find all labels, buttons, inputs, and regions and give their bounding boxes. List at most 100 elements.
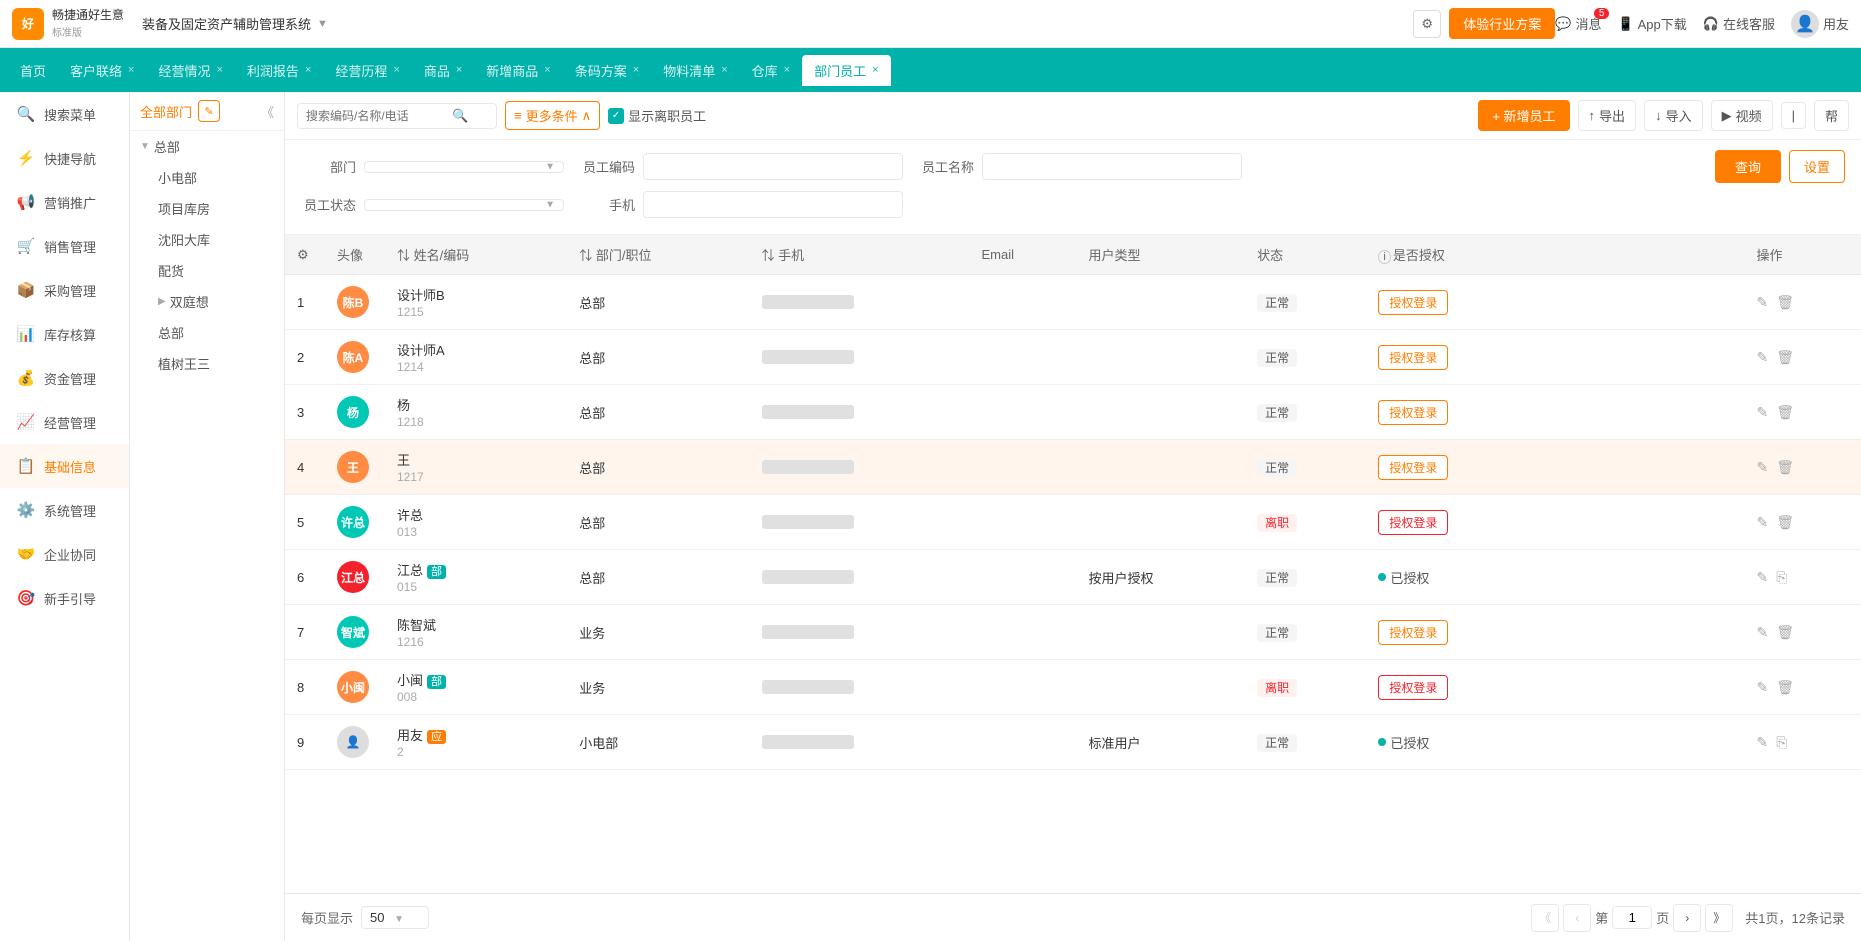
tab-history-close[interactable]: × [393,64,399,76]
status-select[interactable]: ▼ [364,199,564,211]
dept-item-headquarters[interactable]: ▼ 总部 [130,131,284,162]
edit-icon[interactable]: ✎ [1756,294,1768,311]
sidebar-item-search[interactable]: 🔍 搜索菜单 [0,92,129,136]
tab-staff[interactable]: 部门员工 × [802,55,890,86]
per-page-select[interactable]: 50 ▼ [361,906,429,929]
more-options-button[interactable]: 帮 [1814,100,1849,131]
dept-item-distribution[interactable]: 配货 [130,255,284,286]
settings-button[interactable]: ⚙ [1413,10,1441,38]
search-input[interactable] [306,109,446,123]
dept-collapse-button[interactable]: 《 [261,102,274,121]
search-box[interactable]: 🔍 [297,103,497,129]
online-service-button[interactable]: 🎧 在线客服 [1703,14,1775,33]
more-filter-button[interactable]: ≡ 更多条件 ∧ [505,101,600,130]
app-download-button[interactable]: 📱 App下载 [1617,14,1686,33]
copy-icon[interactable]: ⎘ [1776,734,1787,751]
edit-icon[interactable]: ✎ [1756,679,1768,696]
auth-button[interactable]: 授权登录 [1378,400,1448,425]
tab-warehouse-close[interactable]: × [784,64,790,76]
auth-button[interactable]: 授权登录 [1378,510,1448,535]
auth-button[interactable]: 授权登录 [1378,290,1448,315]
help-button[interactable]: | [1781,102,1806,129]
sidebar-item-purchase[interactable]: 📦 采购管理 [0,268,129,312]
sidebar-item-inventory[interactable]: 📊 库存核算 [0,312,129,356]
edit-icon[interactable]: ✎ [1756,404,1768,421]
prev-page-button[interactable]: ‹ [1563,904,1591,932]
sidebar-item-quicknav[interactable]: ⚡ 快捷导航 [0,136,129,180]
delete-icon[interactable]: 🗑 [1776,679,1794,696]
tab-customer-close[interactable]: × [128,64,134,76]
edit-icon[interactable]: ✎ [1756,349,1768,366]
emp-name-input[interactable] [982,153,1242,180]
tab-goods[interactable]: 商品 × [412,55,474,86]
tab-profit-close[interactable]: × [305,64,311,76]
dept-edit-button[interactable]: ✎ [198,100,220,122]
page-input[interactable] [1612,906,1652,929]
col-phone[interactable]: ⇅ 手机 [750,235,970,275]
edit-icon[interactable]: ✎ [1756,734,1768,751]
first-page-button[interactable]: 《 [1531,904,1559,932]
dept-item-hq[interactable]: 总部 [130,317,284,348]
system-dropdown-arrow[interactable]: ▼ [317,18,328,30]
import-button[interactable]: ↓ 导入 [1644,100,1703,131]
delete-icon[interactable]: 🗑 [1776,404,1794,421]
auth-button[interactable]: 授权登录 [1378,675,1448,700]
user-area[interactable]: 👤 用友 [1791,10,1849,38]
edit-icon[interactable]: ✎ [1756,569,1768,586]
sidebar-item-system[interactable]: ⚙️ 系统管理 [0,488,129,532]
delete-icon[interactable]: 🗑 [1776,514,1794,531]
auth-button[interactable]: 授权登录 [1378,345,1448,370]
sidebar-item-sales[interactable]: 🛒 销售管理 [0,224,129,268]
col-dept[interactable]: ⇅ 部门/职位 [567,235,749,275]
auth-button[interactable]: 授权登录 [1378,455,1448,480]
show-resigned-checkbox[interactable]: ✓ 显示离职员工 [608,106,706,125]
tab-profit[interactable]: 利润报告 × [235,55,323,86]
last-page-button[interactable]: 》 [1705,904,1733,932]
delete-icon[interactable]: 🗑 [1776,349,1794,366]
tab-addgoods-close[interactable]: × [544,64,550,76]
tab-staff-close[interactable]: × [872,64,878,76]
delete-icon[interactable]: 🗑 [1776,459,1794,476]
add-employee-button[interactable]: + 新增员工 [1478,100,1569,131]
sidebar-item-guide[interactable]: 🎯 新手引导 [0,576,129,620]
messages-button[interactable]: 💬 消息 5 [1555,14,1601,33]
dept-item-planting[interactable]: 植树王三 [130,348,284,379]
dept-all-label[interactable]: 全部部门 [140,102,192,121]
col-name[interactable]: ⇅ 姓名/编码 [385,235,567,275]
delete-icon[interactable]: 🗑 [1776,294,1794,311]
tab-history[interactable]: 经营历程 × [323,55,411,86]
export-button[interactable]: ↑ 导出 [1578,100,1637,131]
sidebar-item-operation[interactable]: 📈 经营管理 [0,400,129,444]
tab-bom[interactable]: 物料清单 × [651,55,739,86]
next-page-button[interactable]: › [1673,904,1701,932]
tab-warehouse[interactable]: 仓库 × [740,55,802,86]
edit-icon[interactable]: ✎ [1756,459,1768,476]
col-settings[interactable]: ⚙ [285,235,325,275]
sidebar-item-collab[interactable]: 🤝 企业协同 [0,532,129,576]
dept-item-shuangting[interactable]: ▶ 双庭想 [130,286,284,317]
edit-icon[interactable]: ✎ [1756,624,1768,641]
emp-code-input[interactable] [643,153,903,180]
tab-goods-close[interactable]: × [456,64,462,76]
dept-item-electronics[interactable]: 小电部 [130,162,284,193]
query-button[interactable]: 查询 [1715,150,1781,183]
set-button[interactable]: 设置 [1789,150,1845,183]
tab-barcode[interactable]: 条码方案 × [563,55,651,86]
tab-home[interactable]: 首页 [8,55,58,86]
sidebar-item-finance[interactable]: 💰 资金管理 [0,356,129,400]
auth-button[interactable]: 授权登录 [1378,620,1448,645]
tab-barcode-close[interactable]: × [633,64,639,76]
dept-item-shenyang[interactable]: 沈阳大库 [130,224,284,255]
tab-bom-close[interactable]: × [721,64,727,76]
copy-icon[interactable]: ⎘ [1776,569,1787,586]
trial-button[interactable]: 体验行业方案 [1449,8,1555,39]
dept-item-projectroom[interactable]: 项目库房 [130,193,284,224]
phone-input[interactable] [643,191,903,218]
sidebar-item-basic[interactable]: 📋 基础信息 [0,444,129,488]
view-button[interactable]: ▶ 视频 [1711,100,1773,131]
tab-addgoods[interactable]: 新增商品 × [474,55,562,86]
tab-operation-close[interactable]: × [216,64,222,76]
tab-operation[interactable]: 经营情况 × [146,55,234,86]
dept-select[interactable]: ▼ [364,161,564,173]
delete-icon[interactable]: 🗑 [1776,624,1794,641]
